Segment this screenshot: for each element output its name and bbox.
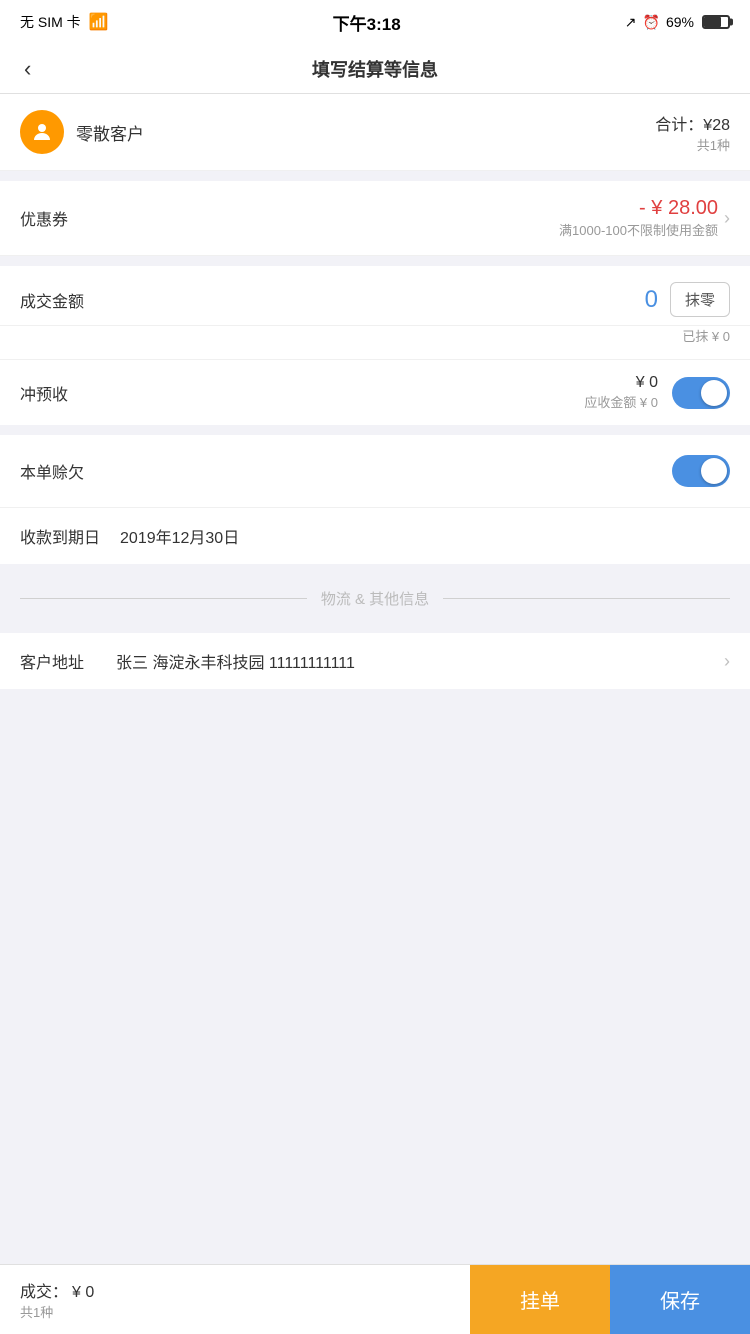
prepay-toggle[interactable]: [672, 377, 730, 409]
credit-toggle[interactable]: [672, 455, 730, 487]
customer-name: 零散客户: [76, 120, 144, 145]
status-bar: 无 SIM 卡 📶 下午3:18 ↗ ⏰ 69%: [0, 0, 750, 44]
customer-summary: 合计：¥28 共1种: [655, 111, 730, 154]
sim-status: 无 SIM 卡: [20, 12, 81, 32]
bottom-deal-label: 成交：: [20, 1278, 68, 1302]
address-chevron-icon: ›: [724, 651, 730, 672]
round-zero-button[interactable]: 抹零: [670, 282, 730, 317]
wifi-icon: 📶: [89, 12, 109, 32]
deal-sub-row: 已抹 ¥ 0: [0, 326, 750, 360]
logistics-label: 物流 & 其他信息: [321, 588, 429, 609]
credit-toggle-knob: [701, 458, 727, 484]
credit-label: 本单赊欠: [20, 459, 84, 483]
status-right: ↗ ⏰ 69%: [625, 14, 730, 31]
coupon-label: 优惠券: [20, 206, 68, 230]
customer-row: 零散客户 合计：¥28 共1种: [0, 94, 750, 171]
prepay-right: ¥ 0 应收金额 ¥ 0: [584, 374, 730, 411]
prepay-row: 冲预收 ¥ 0 应收金额 ¥ 0: [0, 360, 750, 425]
page-title: 填写结算等信息: [312, 56, 438, 82]
divider-line-right: [443, 598, 730, 599]
main-content: 零散客户 合计：¥28 共1种 优惠券 - ¥ 28.00 满1000-100不…: [0, 94, 750, 849]
status-time: 下午3:18: [333, 10, 401, 35]
battery-icon: [702, 15, 730, 29]
divider-line-left: [20, 598, 307, 599]
battery-level: 69%: [666, 14, 694, 30]
empty-area: [0, 689, 750, 849]
avatar: [20, 110, 64, 154]
customer-total: 合计：¥28: [655, 111, 730, 135]
back-button[interactable]: ‹: [16, 48, 39, 90]
toggle-knob: [701, 380, 727, 406]
status-left: 无 SIM 卡 📶: [20, 12, 109, 32]
deal-sub-text: 已抹 ¥ 0: [682, 326, 730, 345]
location-icon: ↗: [625, 14, 637, 31]
deal-amount-right: 0 抹零: [645, 282, 730, 317]
customer-info: 零散客户: [20, 110, 144, 154]
due-date-label: 收款到期日: [20, 524, 100, 548]
prepay-values: ¥ 0 应收金额 ¥ 0: [584, 374, 658, 411]
deal-amount-label: 成交金额: [20, 288, 84, 312]
logistics-divider: 物流 & 其他信息: [0, 574, 750, 623]
coupon-chevron-icon: ›: [724, 208, 730, 229]
bottom-deal-line: 成交： ¥ 0: [20, 1278, 450, 1302]
due-date-value: 2019年12月30日: [120, 524, 239, 548]
bottom-deal-value: ¥ 0: [72, 1284, 94, 1302]
coupon-value-area: - ¥ 28.00 满1000-100不限制使用金额: [559, 197, 718, 239]
address-label: 客户地址: [20, 649, 100, 673]
customer-count: 共1种: [655, 135, 730, 154]
bottom-bar: 成交： ¥ 0 共1种 挂单 保存: [0, 1264, 750, 1334]
coupon-sub: 满1000-100不限制使用金额: [559, 220, 718, 239]
save-button[interactable]: 保存: [610, 1265, 750, 1334]
credit-row: 本单赊欠: [0, 435, 750, 507]
deal-amount-row: 成交金额 0 抹零: [0, 266, 750, 326]
address-row[interactable]: 客户地址 张三 海淀永丰科技园 11111111111 ›: [0, 633, 750, 689]
bottom-count: 共1种: [20, 1302, 450, 1321]
pending-button[interactable]: 挂单: [470, 1265, 610, 1334]
deal-amount-value: 0: [645, 286, 658, 314]
prepay-label: 冲预收: [20, 381, 68, 405]
alarm-icon: ⏰: [643, 14, 660, 31]
address-value: 张三 海淀永丰科技园 11111111111: [116, 649, 724, 673]
coupon-row[interactable]: 优惠券 - ¥ 28.00 满1000-100不限制使用金额 ›: [0, 181, 750, 256]
coupon-value: - ¥ 28.00: [639, 197, 718, 220]
nav-bar: ‹ 填写结算等信息: [0, 44, 750, 94]
due-date-row: 收款到期日 2019年12月30日: [0, 507, 750, 564]
bottom-info: 成交： ¥ 0 共1种: [0, 1278, 470, 1321]
prepay-main-value: ¥ 0: [584, 374, 658, 392]
prepay-sub-value: 应收金额 ¥ 0: [584, 392, 658, 411]
